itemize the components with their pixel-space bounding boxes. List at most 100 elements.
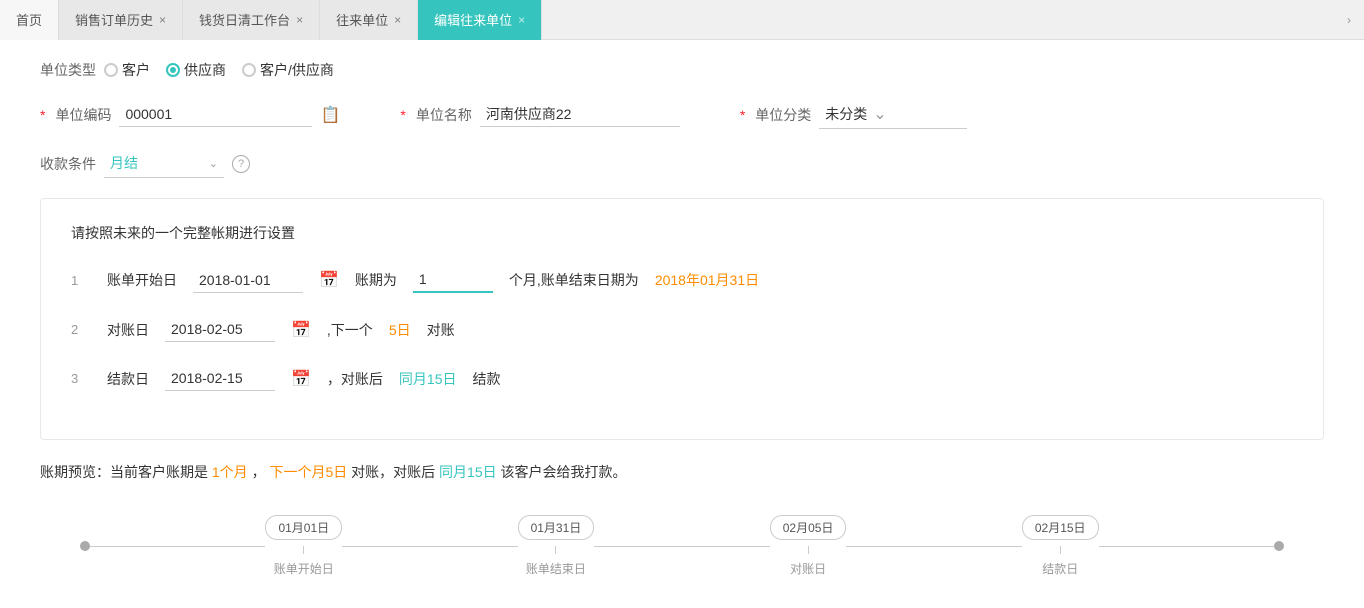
timeline-badge-3: 02月05日 <box>770 515 847 540</box>
preview-part1: 1个月 <box>212 464 248 480</box>
timeline-line-4 <box>846 546 1021 547</box>
radio-customer-circle <box>104 63 118 77</box>
payment-condition-row: 收款条件 月结 ⌄ ? <box>40 149 1324 178</box>
config-row-2-num: 2 <box>71 322 91 337</box>
tab-partner[interactable]: 往来单位 × <box>320 0 418 40</box>
tab-cash-work-close[interactable]: × <box>296 13 303 27</box>
payment-condition-field: 收款条件 月结 ⌄ ? <box>40 149 250 178</box>
unit-type-label: 单位类型 <box>40 60 96 80</box>
radio-customer[interactable]: 客户 <box>104 60 150 80</box>
timeline-item-4-stem <box>1060 546 1061 554</box>
tab-edit-partner-label: 编辑往来单位 <box>434 10 512 29</box>
unit-category-select[interactable]: 未分类 ⌄ <box>819 100 966 129</box>
preview-part2: 下一个月5日 <box>269 464 347 480</box>
unit-category-arrow: ⌄ <box>873 104 886 124</box>
timeline-line-5 <box>1099 546 1274 547</box>
config-row-2: 2 对账日 📅 ,下一个 5日 对账 <box>71 317 1293 342</box>
radio-customer-label: 客户 <box>122 60 150 80</box>
unit-type-field: 单位类型 客户 供应商 客户/供应商 <box>40 60 334 80</box>
timeline-item-3-stem <box>808 546 809 554</box>
config-row-3-date[interactable] <box>165 366 275 391</box>
config-row-3-highlight: 同月15日 <box>399 369 457 389</box>
unit-name-star: * <box>400 107 405 123</box>
preview-section: 账期预览：当前客户账期是 1个月 ， 下一个月5日 对账，对账后 同月15日 该… <box>40 460 1324 485</box>
tab-edit-partner[interactable]: 编辑往来单位 × <box>418 0 542 40</box>
timeline-label-1: 账单开始日 <box>274 560 334 577</box>
tab-right-arrow[interactable]: › <box>1334 0 1364 40</box>
radio-supplier-label: 供应商 <box>184 60 226 80</box>
timeline-badge-1: 01月01日 <box>265 515 342 540</box>
timeline-label-4: 结款日 <box>1042 560 1078 577</box>
unit-name-field: * 单位名称 <box>400 102 679 127</box>
config-row-3-cal-icon[interactable]: 📅 <box>291 369 311 389</box>
radio-both-circle <box>242 63 256 77</box>
config-row-1-date[interactable] <box>193 268 303 293</box>
unit-name-label: 单位名称 <box>416 105 472 125</box>
radio-supplier-circle <box>166 63 180 77</box>
unit-category-value: 未分类 <box>825 104 867 124</box>
unit-category-star: * <box>740 107 745 123</box>
unit-code-field: * 单位编码 📋 <box>40 102 340 127</box>
timeline-item-2: 01月31日 账单结束日 <box>518 515 595 577</box>
unit-code-label: 单位编码 <box>55 105 111 125</box>
tab-sales-history-label: 销售订单历史 <box>75 10 153 29</box>
tab-sales-history[interactable]: 销售订单历史 × <box>59 0 183 40</box>
config-row-2-date[interactable] <box>165 317 275 342</box>
config-row-1-label: 账单开始日 <box>107 270 177 290</box>
preview-part3: 同月15日 <box>439 464 497 480</box>
unit-category-field: * 单位分类 未分类 ⌄ <box>740 100 967 129</box>
unit-category-label: 单位分类 <box>755 105 811 125</box>
config-row-1-cal-icon[interactable]: 📅 <box>319 270 339 290</box>
unit-type-row: 单位类型 客户 供应商 客户/供应商 <box>40 60 1324 80</box>
timeline-container: 01月01日 账单开始日 01月31日 账单结束日 02月05日 对账日 <box>40 515 1324 577</box>
tab-cash-work[interactable]: 钱货日清工作台 × <box>183 0 320 40</box>
payment-condition-value: 月结 <box>110 153 203 173</box>
config-row-1-period-input[interactable] <box>413 267 493 293</box>
timeline-right-dot <box>1274 541 1284 551</box>
unit-name-input[interactable] <box>480 102 680 127</box>
radio-supplier[interactable]: 供应商 <box>166 60 226 80</box>
tab-edit-partner-close[interactable]: × <box>518 13 525 27</box>
config-row-3: 3 结款日 📅 ，对账后 同月15日 结款 <box>71 366 1293 391</box>
preview-sep3: 该客户会给我打款。 <box>501 464 627 480</box>
tab-sales-history-close[interactable]: × <box>159 13 166 27</box>
timeline-item-2-stem <box>555 546 556 554</box>
tab-home-label: 首页 <box>16 10 42 29</box>
config-row-2-cal-icon[interactable]: 📅 <box>291 320 311 340</box>
payment-condition-select[interactable]: 月结 ⌄ <box>104 149 224 178</box>
timeline-left-dot <box>80 541 90 551</box>
timeline-item-1-stem <box>303 546 304 554</box>
timeline-label-3: 对账日 <box>790 560 826 577</box>
unit-info-row: * 单位编码 📋 * 单位名称 * 单位分类 未分类 ⌄ <box>40 100 1324 129</box>
tab-cash-work-label: 钱货日清工作台 <box>199 10 290 29</box>
timeline-line-1 <box>90 546 265 547</box>
help-icon[interactable]: ? <box>232 155 250 173</box>
preview-sep2: 对账，对账后 <box>351 464 435 480</box>
timeline-badge-4: 02月15日 <box>1022 515 1099 540</box>
radio-both[interactable]: 客户/供应商 <box>242 60 334 80</box>
unit-code-input[interactable] <box>119 102 312 127</box>
config-row-2-suffix: 对账 <box>427 320 455 340</box>
main-content: 单位类型 客户 供应商 客户/供应商 * 单位编码 <box>0 40 1364 608</box>
unit-code-icon[interactable]: 📋 <box>320 105 340 125</box>
config-row-2-highlight: 5日 <box>389 320 411 340</box>
unit-code-star: * <box>40 107 45 123</box>
radio-both-label: 客户/供应商 <box>260 60 334 80</box>
tab-partner-label: 往来单位 <box>336 10 388 29</box>
config-row-3-prefix: ，对账后 <box>327 369 383 389</box>
timeline-line-3 <box>594 546 769 547</box>
tab-home[interactable]: 首页 <box>0 0 59 40</box>
config-row-1-prefix: 账期为 <box>355 270 397 290</box>
timeline-badge-2: 01月31日 <box>518 515 595 540</box>
config-row-1: 1 账单开始日 📅 账期为 个月,账单结束日期为 2018年01月31日 <box>71 267 1293 293</box>
config-row-3-num: 3 <box>71 371 91 386</box>
timeline-label-2: 账单结束日 <box>526 560 586 577</box>
timeline-item-3: 02月05日 对账日 <box>770 515 847 577</box>
timeline-item-1: 01月01日 账单开始日 <box>265 515 342 577</box>
preview-label: 账期预览：当前客户账期是 <box>40 464 208 480</box>
timeline: 01月01日 账单开始日 01月31日 账单结束日 02月05日 对账日 <box>80 515 1284 577</box>
config-row-1-end-date: 2018年01月31日 <box>655 270 759 290</box>
config-row-3-label: 结款日 <box>107 369 149 389</box>
tab-bar: 首页 销售订单历史 × 钱货日清工作台 × 往来单位 × 编辑往来单位 × › <box>0 0 1364 40</box>
tab-partner-close[interactable]: × <box>394 13 401 27</box>
